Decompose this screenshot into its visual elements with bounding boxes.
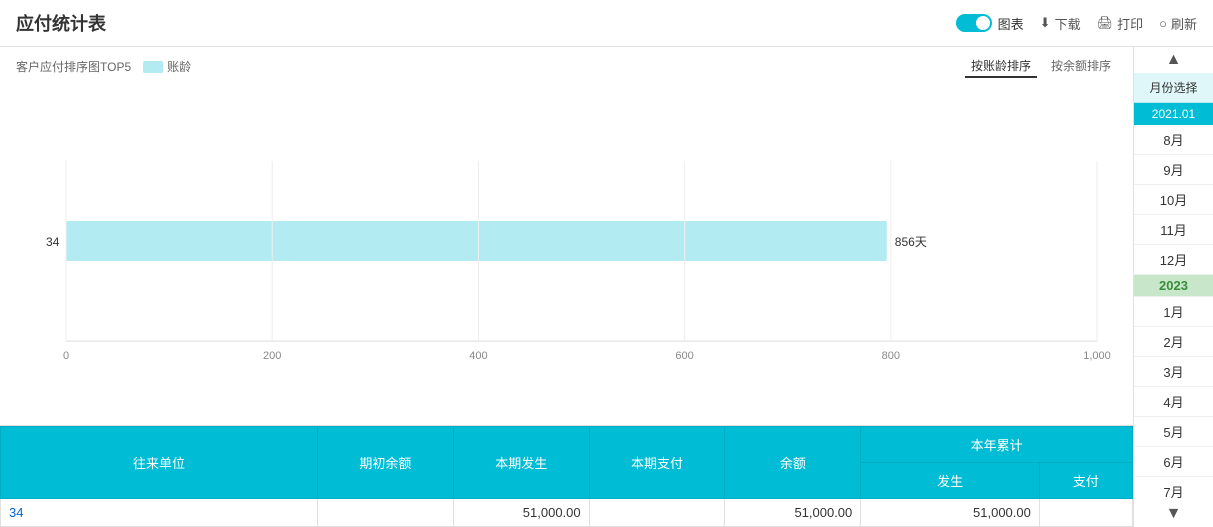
sidebar-current-date: 2021.01 [1134,103,1213,125]
ytd-occur-cell: 51,000.00 [861,499,1040,527]
page-header: 应付统计表 图表 ⬇ 下载 🖨 打印 ○ 刷新 [0,0,1213,47]
month-item-4[interactable]: 4月 [1134,387,1213,417]
col-ytd-pay-header: 支付 [1039,463,1132,499]
refresh-button[interactable]: ○ 刷新 [1159,14,1197,33]
ytd-pay-cell [1039,499,1132,527]
legend-color-box [143,61,163,73]
print-button[interactable]: 🖨 打印 [1097,14,1144,33]
chart-section: 客户应付排序图TOP5 账龄 按账龄排序 按余额排序 34 [0,47,1133,527]
sidebar-header: 月份选择 [1134,73,1213,103]
bar-chart: 34 856天 0 200 400 600 800 1,000 [16,96,1117,386]
chart-toggle-label: 图表 [998,14,1024,33]
col-ytd-occur-header: 发生 [861,463,1040,499]
data-table: 往来单位 期初余额 本期发生 本期支付 余额 本年累计 发生 支付 [0,426,1133,527]
svg-text:400: 400 [469,350,487,362]
chart-toggle-wrap[interactable]: 图表 [956,14,1024,33]
month-item-11[interactable]: 11月 [1134,215,1213,245]
sort-buttons: 按账龄排序 按余额排序 [965,55,1117,78]
svg-text:0: 0 [63,350,69,362]
download-icon: ⬇ [1040,15,1051,31]
month-item-10[interactable]: 10月 [1134,185,1213,215]
svg-text:200: 200 [263,350,281,362]
scroll-down-button[interactable]: ▼ [1134,501,1213,527]
col-balance-header: 余额 [725,427,861,499]
month-item-7[interactable]: 7月 [1134,477,1213,501]
month-item-8[interactable]: 8月 [1134,125,1213,155]
sort-by-age-button[interactable]: 按账龄排序 [965,55,1037,78]
month-item-2[interactable]: 2月 [1134,327,1213,357]
chart-toggle[interactable] [956,14,992,32]
balance-cell: 51,000.00 [725,499,861,527]
year-marker-2023: 2023 [1134,275,1213,297]
print-icon: 🖨 [1097,15,1114,31]
sidebar: ▲ 月份选择 2021.01 8月 9月 10月 11月 12月 2023 1月… [1133,47,1213,527]
col-opening-header: 期初余额 [317,427,453,499]
svg-text:600: 600 [675,350,693,362]
occur-cell: 51,000.00 [453,499,589,527]
col-occur-header: 本期发生 [453,427,589,499]
table-row: 34 51,000.00 51,000.00 51,000.00 [1,499,1133,527]
scroll-up-button[interactable]: ▲ [1134,47,1213,73]
download-button[interactable]: ⬇ 下载 [1040,14,1081,33]
month-item-6[interactable]: 6月 [1134,447,1213,477]
col-unit-header: 往来单位 [1,427,318,499]
month-item-1[interactable]: 1月 [1134,297,1213,327]
svg-text:800: 800 [882,350,900,362]
unit-cell: 34 [1,499,318,527]
legend-item-color: 账龄 [143,58,191,75]
opening-cell [317,499,453,527]
unit-link[interactable]: 34 [9,505,23,520]
svg-text:1,000: 1,000 [1083,350,1111,362]
col-pay-header: 本期支付 [589,427,725,499]
header-actions: 图表 ⬇ 下载 🖨 打印 ○ 刷新 [956,14,1197,33]
chart-area: 34 856天 0 200 400 600 800 1,000 [0,86,1133,425]
table-section: 往来单位 期初余额 本期发生 本期支付 余额 本年累计 发生 支付 [0,425,1133,527]
refresh-icon: ○ [1159,16,1167,31]
col-ytd-header: 本年累计 [861,427,1133,463]
svg-text:856天: 856天 [895,235,927,249]
page-title: 应付统计表 [16,10,106,36]
pay-cell [589,499,725,527]
month-item-5[interactable]: 5月 [1134,417,1213,447]
legend-item-label: 客户应付排序图TOP5 [16,58,131,75]
month-item-12[interactable]: 12月 [1134,245,1213,275]
month-item-3[interactable]: 3月 [1134,357,1213,387]
chart-legend: 客户应付排序图TOP5 账龄 [16,58,191,75]
sort-by-balance-button[interactable]: 按余额排序 [1045,55,1117,78]
chart-header: 客户应付排序图TOP5 账龄 按账龄排序 按余额排序 [0,47,1133,86]
svg-text:34: 34 [46,235,60,249]
month-item-9[interactable]: 9月 [1134,155,1213,185]
month-list: 8月 9月 10月 11月 12月 2023 1月 2月 3月 4月 5月 6月… [1134,125,1213,501]
main-content: 客户应付排序图TOP5 账龄 按账龄排序 按余额排序 34 [0,47,1213,527]
